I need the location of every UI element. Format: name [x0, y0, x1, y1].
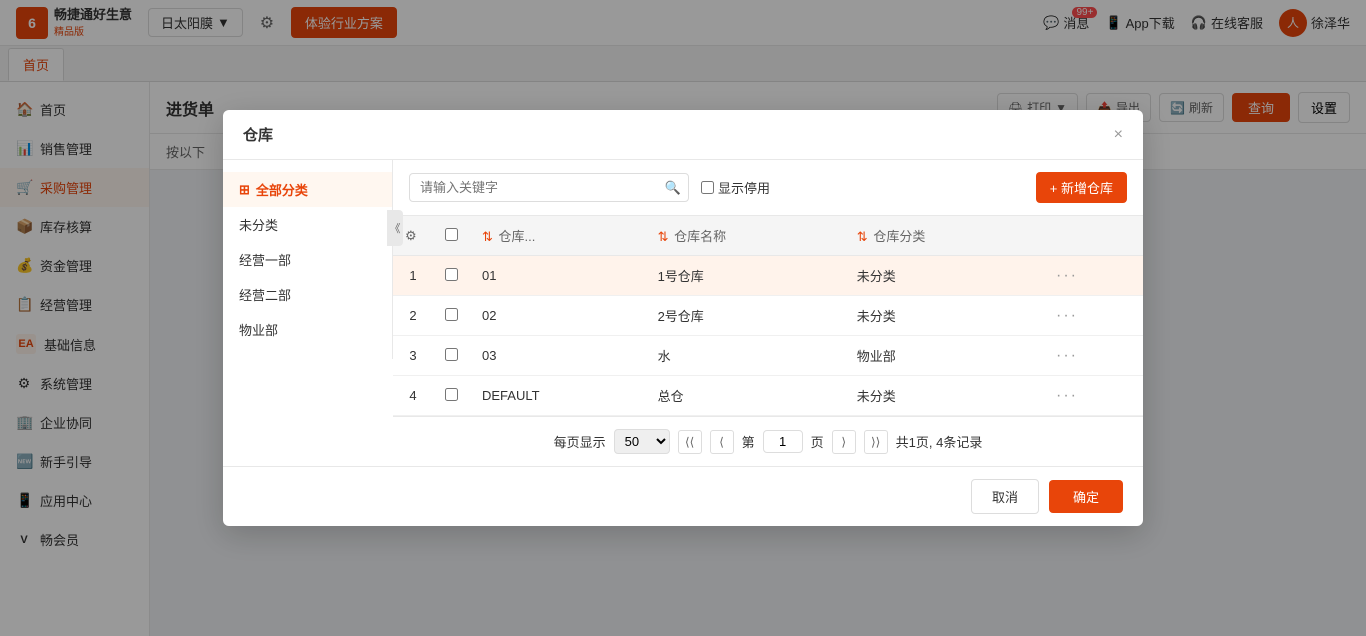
modal-close-button[interactable]: ×: [1114, 126, 1123, 144]
page-size-label: 每页显示: [554, 432, 606, 451]
table-row[interactable]: 4 DEFAULT 总仓 未分类 ···: [393, 376, 1143, 416]
search-input-wrap: 🔍: [409, 173, 689, 202]
row-checkbox-cell: [433, 336, 470, 376]
th-warehouse-code: ⇅ 仓库...: [470, 216, 646, 256]
row-checkbox[interactable]: [445, 388, 458, 401]
category-panel: ⊞ 全部分类 未分类 经营一部 经营二部 物业部: [223, 160, 393, 359]
row-code: 01: [470, 256, 646, 296]
show-disabled-checkbox[interactable]: [701, 181, 714, 194]
row-checkbox[interactable]: [445, 268, 458, 281]
page-label: 第: [742, 432, 755, 451]
row-name: 2号仓库: [646, 296, 845, 336]
row-action-dots[interactable]: ···: [1056, 387, 1078, 404]
row-name: 总仓: [646, 376, 845, 416]
page-first-btn[interactable]: ⟨⟨: [678, 430, 702, 454]
category-item-property[interactable]: 物业部: [223, 312, 392, 347]
row-action-dots[interactable]: ···: [1056, 307, 1078, 324]
row-code: 03: [470, 336, 646, 376]
row-action: ···: [1044, 296, 1143, 336]
search-input[interactable]: [409, 173, 689, 202]
row-category: 未分类: [845, 376, 1044, 416]
collapse-panel-button[interactable]: 《: [387, 210, 403, 246]
page-prev-btn[interactable]: ⟨: [710, 430, 734, 454]
modal-footer: 取消 确定: [223, 466, 1143, 526]
page-size-select[interactable]: 50 20 100: [614, 429, 670, 454]
table-scroll: ⚙ ⇅ 仓库... ⇅: [393, 216, 1143, 416]
show-disabled-wrap: 显示停用: [701, 178, 770, 197]
row-code: DEFAULT: [470, 376, 646, 416]
sort-icon: ⇅: [482, 229, 493, 244]
row-checkbox-cell: [433, 376, 470, 416]
category-item-ops1[interactable]: 经营一部: [223, 242, 392, 277]
grid-icon: ⊞: [239, 182, 250, 198]
row-name: 1号仓库: [646, 256, 845, 296]
page-total: 共1页, 4条记录: [896, 432, 983, 451]
row-checkbox-cell: [433, 256, 470, 296]
th-warehouse-name: ⇅ 仓库名称: [646, 216, 845, 256]
gear-icon: ⚙: [405, 228, 417, 243]
row-category: 未分类: [845, 296, 1044, 336]
modal-header: 仓库 ×: [223, 110, 1143, 160]
warehouse-modal: 仓库 × ⊞ 全部分类 未分类 经营一部: [223, 110, 1143, 526]
warehouse-table: ⚙ ⇅ 仓库... ⇅: [393, 216, 1143, 416]
row-checkbox-cell: [433, 296, 470, 336]
row-category: 物业部: [845, 336, 1044, 376]
row-action: ···: [1044, 336, 1143, 376]
row-code: 02: [470, 296, 646, 336]
table-row[interactable]: 2 02 2号仓库 未分类 ···: [393, 296, 1143, 336]
table-row[interactable]: 1 01 1号仓库 未分类 ···: [393, 256, 1143, 296]
category-all-label: 全部分类: [256, 180, 308, 199]
table-row[interactable]: 3 03 水 物业部 ···: [393, 336, 1143, 376]
row-category: 未分类: [845, 256, 1044, 296]
th-checkbox: [433, 216, 470, 256]
row-action-dots[interactable]: ···: [1056, 347, 1078, 364]
row-checkbox[interactable]: [445, 348, 458, 361]
table-header-row: ⚙ ⇅ 仓库... ⇅: [393, 216, 1143, 256]
row-num: 3: [393, 336, 433, 376]
modal-body: ⊞ 全部分类 未分类 经营一部 经营二部 物业部: [223, 160, 1143, 466]
row-num: 2: [393, 296, 433, 336]
th-action: [1044, 216, 1143, 256]
page-unit: 页: [811, 432, 824, 451]
search-icon[interactable]: 🔍: [665, 180, 681, 196]
page-next-btn[interactable]: ⟩: [832, 430, 856, 454]
modal-overlay: 仓库 × ⊞ 全部分类 未分类 经营一部: [0, 0, 1366, 636]
modal-title: 仓库: [243, 124, 273, 145]
row-action: ···: [1044, 256, 1143, 296]
row-num: 1: [393, 256, 433, 296]
row-name: 水: [646, 336, 845, 376]
row-num: 4: [393, 376, 433, 416]
cancel-button[interactable]: 取消: [971, 479, 1039, 514]
show-disabled-label: 显示停用: [718, 178, 770, 197]
page-number-input[interactable]: [763, 430, 803, 453]
pagination: 每页显示 50 20 100 ⟨⟨ ⟨ 第 页 ⟩ ⟩⟩ 共1页, 4条记录: [393, 416, 1143, 466]
sort-icon-3: ⇅: [857, 229, 868, 244]
category-panel-wrap: ⊞ 全部分类 未分类 经营一部 经营二部 物业部: [223, 160, 393, 466]
row-action-dots[interactable]: ···: [1056, 267, 1078, 284]
category-item-ops2[interactable]: 经营二部: [223, 277, 392, 312]
add-warehouse-button[interactable]: + 新增仓库: [1036, 172, 1127, 203]
page-last-btn[interactable]: ⟩⟩: [864, 430, 888, 454]
sort-icon-2: ⇅: [658, 229, 669, 244]
table-toolbar: 🔍 显示停用 + 新增仓库: [393, 160, 1143, 216]
select-all-checkbox[interactable]: [445, 228, 458, 241]
category-item-unclassified[interactable]: 未分类: [223, 207, 392, 242]
row-action: ···: [1044, 376, 1143, 416]
row-checkbox[interactable]: [445, 308, 458, 321]
th-warehouse-category: ⇅ 仓库分类: [845, 216, 1044, 256]
category-all[interactable]: ⊞ 全部分类: [223, 172, 392, 207]
confirm-button[interactable]: 确定: [1049, 480, 1123, 513]
table-panel: 🔍 显示停用 + 新增仓库 ⚙: [393, 160, 1143, 466]
